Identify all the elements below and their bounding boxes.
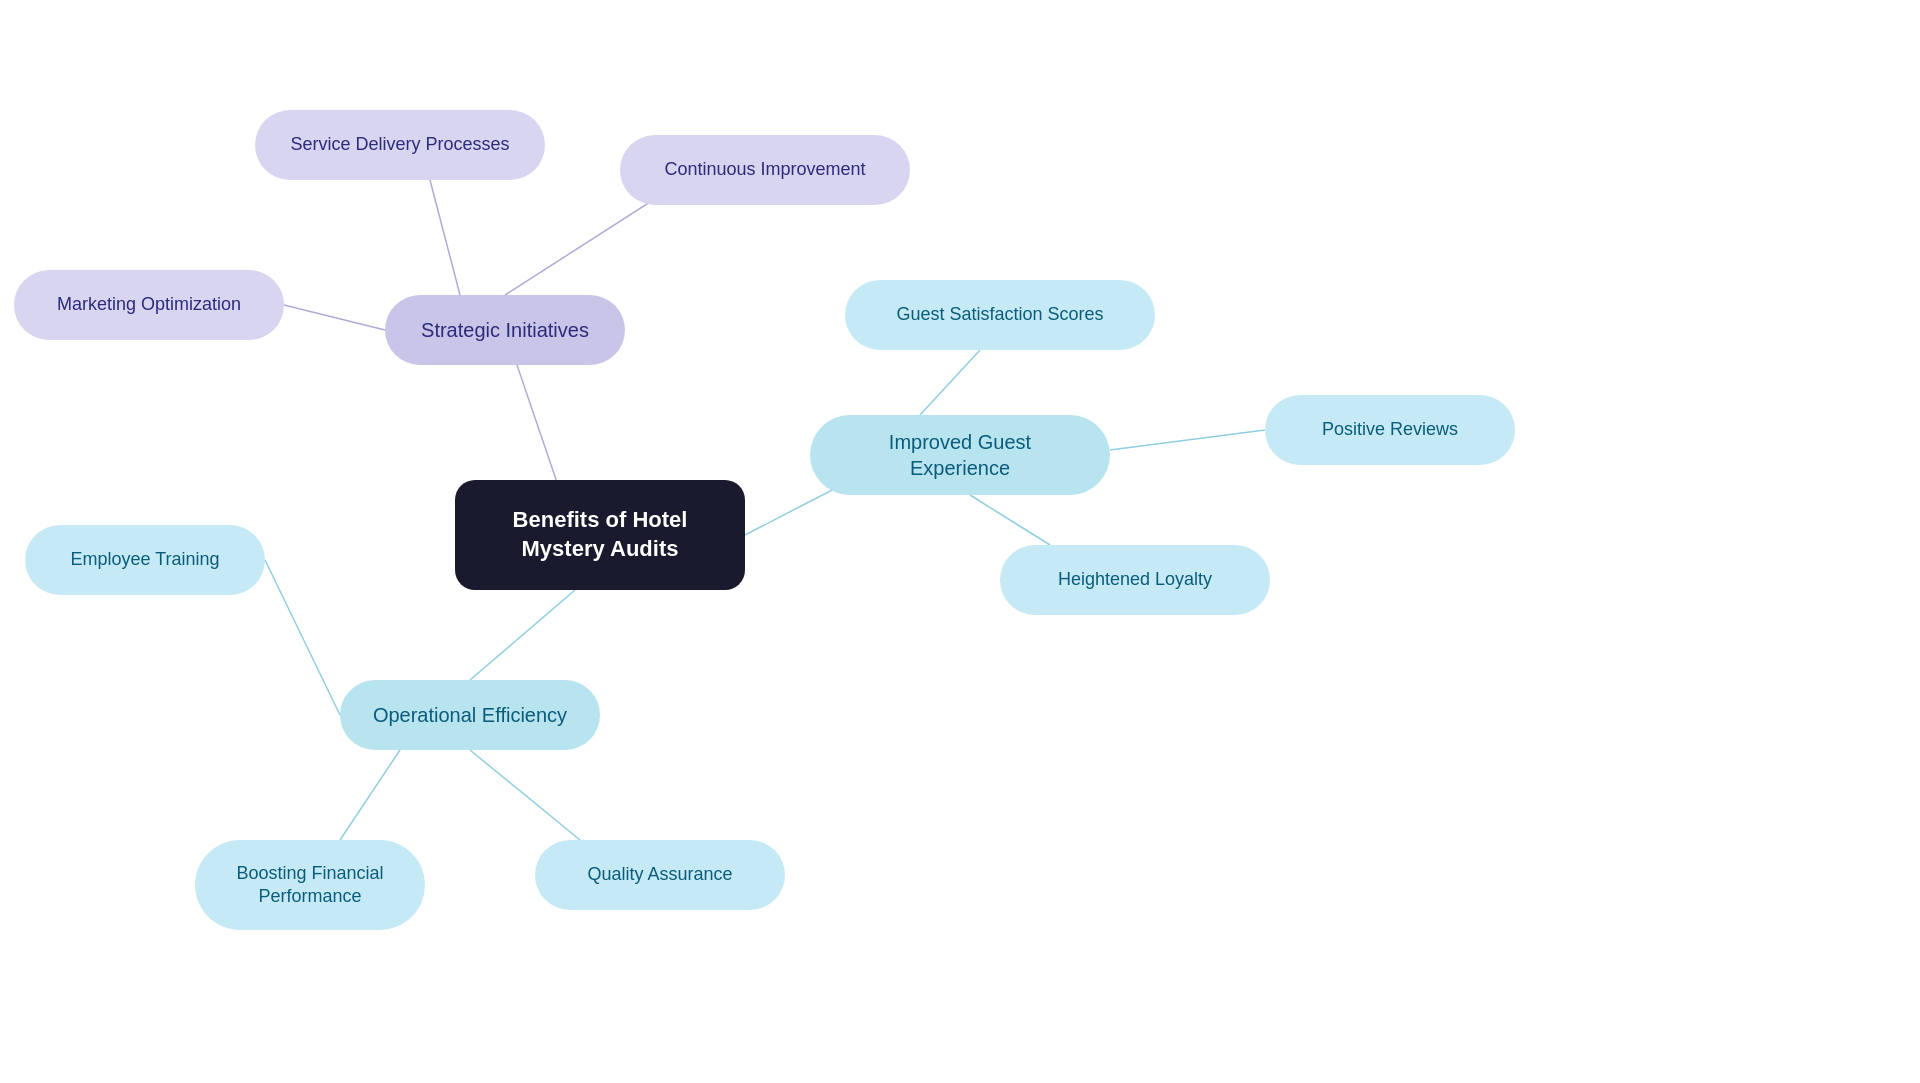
boosting-label: Boosting Financial Performance (223, 862, 397, 909)
service-label: Service Delivery Processes (290, 133, 509, 156)
center-label: Benefits of Hotel Mystery Audits (483, 506, 717, 563)
heightened-loyalty-node: Heightened Loyalty (1000, 545, 1270, 615)
boosting-financial-node: Boosting Financial Performance (195, 840, 425, 930)
guest-satisfaction-node: Guest Satisfaction Scores (845, 280, 1155, 350)
operational-efficiency-node: Operational Efficiency (340, 680, 600, 750)
svg-line-10 (1110, 430, 1265, 450)
center-node: Benefits of Hotel Mystery Audits (455, 480, 745, 590)
quality-label: Quality Assurance (587, 863, 732, 886)
employee-training-node: Employee Training (25, 525, 265, 595)
loyalty-label: Heightened Loyalty (1058, 568, 1212, 591)
guest-exp-label: Improved Guest Experience (838, 429, 1082, 481)
strategic-label: Strategic Initiatives (421, 317, 589, 343)
employee-label: Employee Training (70, 548, 219, 571)
svg-line-1 (430, 180, 460, 295)
service-delivery-node: Service Delivery Processes (255, 110, 545, 180)
marketing-optimization-node: Marketing Optimization (14, 270, 284, 340)
quality-assurance-node: Quality Assurance (535, 840, 785, 910)
continuous-improvement-node: Continuous Improvement (620, 135, 910, 205)
svg-line-6 (340, 750, 400, 840)
positive-reviews-node: Positive Reviews (1265, 395, 1515, 465)
svg-line-2 (284, 305, 385, 330)
svg-line-11 (970, 495, 1050, 545)
marketing-label: Marketing Optimization (57, 293, 241, 316)
operational-label: Operational Efficiency (373, 702, 567, 728)
svg-line-5 (265, 560, 340, 715)
continuous-label: Continuous Improvement (664, 158, 865, 181)
satisfaction-label: Guest Satisfaction Scores (896, 303, 1103, 326)
svg-line-4 (470, 590, 575, 680)
svg-line-7 (470, 750, 580, 840)
positive-label: Positive Reviews (1322, 418, 1458, 441)
improved-guest-experience-node: Improved Guest Experience (810, 415, 1110, 495)
svg-line-9 (920, 350, 980, 415)
strategic-initiatives-node: Strategic Initiatives (385, 295, 625, 365)
